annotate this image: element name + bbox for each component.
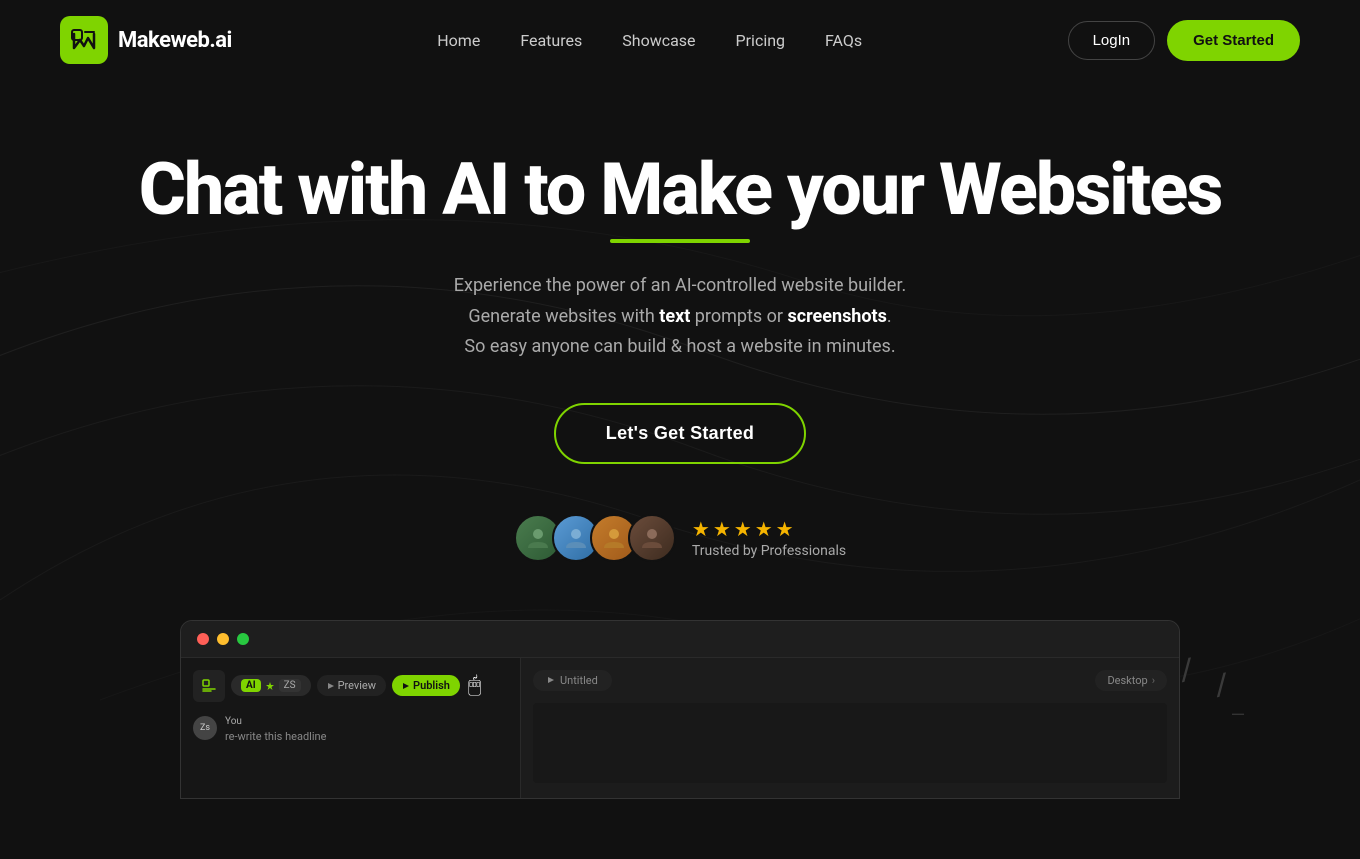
publish-label: Publish: [413, 679, 450, 692]
publish-button[interactable]: Publish: [392, 675, 460, 696]
mockup-titlebar: [181, 621, 1179, 658]
chat-message: Zs You re-write this headline: [193, 716, 508, 743]
nav-showcase[interactable]: Showcase: [622, 31, 695, 50]
chat-content: You re-write this headline: [225, 716, 326, 743]
sidebar-icon: [193, 670, 225, 702]
ai-toolbar-badge[interactable]: AI ZS: [231, 675, 311, 696]
star-4: ★: [755, 517, 773, 541]
preview-button[interactable]: Preview: [317, 675, 386, 696]
brand-name: Makeweb.ai: [118, 28, 232, 53]
star-5: ★: [776, 517, 794, 541]
mockup-body: AI ZS Preview Publish 🖱: [181, 658, 1179, 798]
chat-zs-label: Zs: [200, 723, 210, 733]
chat-avatar-zs: Zs: [193, 716, 217, 740]
mockup-main: Untitled Desktop ›: [521, 658, 1179, 798]
chat-text: re-write this headline: [225, 730, 326, 743]
hero-desc-line3: So easy anyone can build & host a websit…: [464, 336, 895, 357]
tab-label: Untitled: [560, 674, 598, 687]
avatar: [628, 514, 676, 562]
hero-desc-line1: Experience the power of an AI-controlled…: [454, 275, 906, 296]
trust-text: Trusted by Professionals: [692, 543, 846, 559]
app-mockup: AI ZS Preview Publish 🖱: [180, 620, 1180, 799]
nav-faqs[interactable]: FAQs: [825, 31, 862, 50]
navbar: Makeweb.ai Home Features Showcase Pricin…: [0, 0, 1360, 80]
social-proof: ★ ★ ★ ★ ★ Trusted by Professionals: [0, 514, 1360, 562]
star-2: ★: [713, 517, 731, 541]
hero-section: Chat with AI to Make your Websites Exper…: [0, 80, 1360, 562]
cursor-pointer-icon: 🖱: [468, 675, 481, 697]
ai-label: AI: [241, 679, 261, 692]
hero-desc-suffix: .: [887, 306, 892, 327]
titlebar-dot-green: [237, 633, 249, 645]
logo-link[interactable]: Makeweb.ai: [60, 16, 232, 64]
chevron-right-icon: ›: [1152, 674, 1155, 687]
hero-desc-bold2: screenshots: [787, 306, 886, 327]
avatar-group: [514, 514, 676, 562]
hero-desc-line2-prefix: Generate websites with: [468, 306, 659, 327]
titlebar-dot-red: [197, 633, 209, 645]
preview-content: [533, 703, 1167, 783]
hero-underline-decoration: [610, 239, 750, 243]
nav-pricing[interactable]: Pricing: [736, 31, 786, 50]
titlebar-dot-yellow: [217, 633, 229, 645]
nav-actions: LogIn Get Started: [1068, 20, 1300, 61]
star-rating: ★ ★ ★ ★ ★: [692, 517, 794, 541]
hero-title: Chat with AI to Make your Websites: [0, 150, 1360, 229]
mockup-topbar: Untitled Desktop ›: [533, 670, 1167, 691]
hero-desc-middle: prompts or: [690, 306, 787, 327]
login-button[interactable]: LogIn: [1068, 21, 1156, 60]
get-started-nav-button[interactable]: Get Started: [1167, 20, 1300, 61]
star-3: ★: [734, 517, 752, 541]
hero-desc-bold1: text: [659, 306, 690, 327]
cta-button[interactable]: Let's Get Started: [554, 403, 806, 464]
nav-features[interactable]: Features: [520, 31, 582, 50]
nav-links: Home Features Showcase Pricing FAQs: [437, 31, 862, 50]
desktop-selector[interactable]: Desktop ›: [1095, 670, 1167, 691]
chat-you-label: You: [225, 716, 326, 727]
desktop-label: Desktop: [1107, 674, 1147, 687]
star-1: ★: [692, 517, 710, 541]
mockup-sidebar: AI ZS Preview Publish 🖱: [181, 658, 521, 798]
zs-label: ZS: [279, 679, 301, 692]
preview-label: Preview: [338, 679, 376, 692]
tab-untitled[interactable]: Untitled: [533, 670, 612, 691]
hero-description: Experience the power of an AI-controlled…: [0, 271, 1360, 363]
rating-container: ★ ★ ★ ★ ★ Trusted by Professionals: [692, 517, 846, 559]
nav-home[interactable]: Home: [437, 31, 480, 50]
logo-icon: [60, 16, 108, 64]
